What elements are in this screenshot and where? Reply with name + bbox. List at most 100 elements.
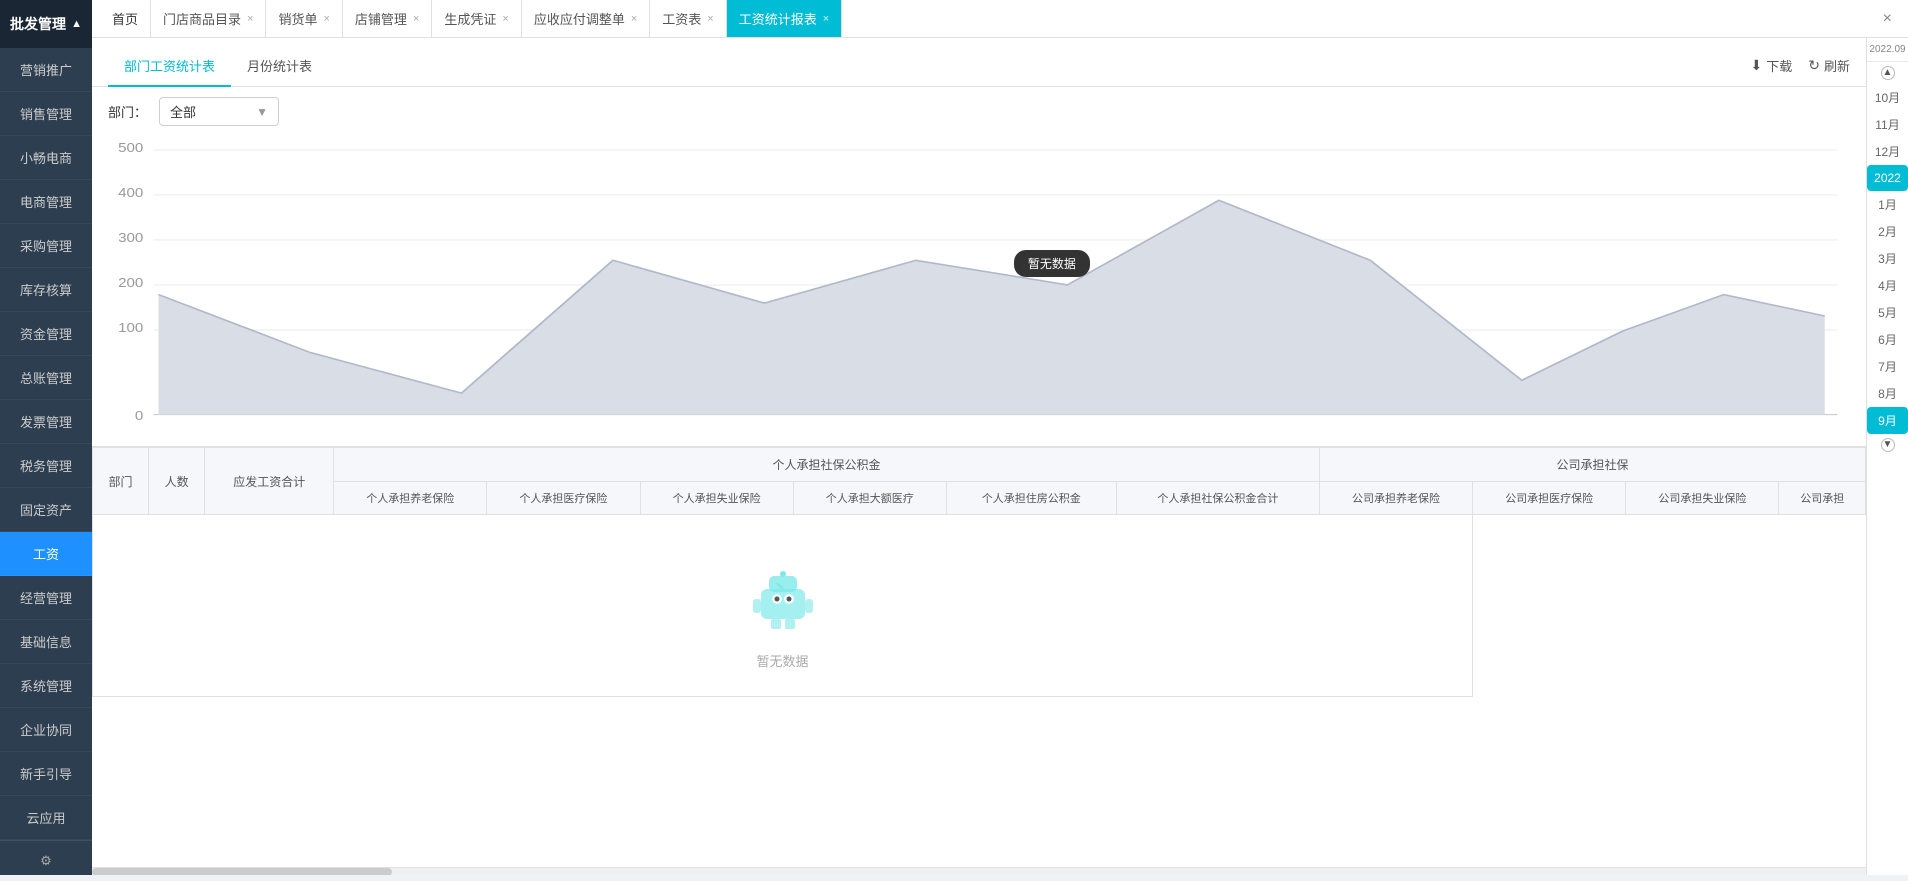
tab-salary-report-close[interactable]: × xyxy=(823,13,829,25)
sidebar-header[interactable]: 批发管理 ▲ xyxy=(0,0,92,48)
col-company-more: 公司承担 xyxy=(1779,482,1866,515)
col-personal-unemployment: 个人承担失业保险 xyxy=(640,482,793,515)
tab-bar: 首页 门店商品目录 × 销货单 × 店铺管理 × 生成凭证 × 应收应付调整单 … xyxy=(92,0,1908,38)
month-item-6[interactable]: 6月 xyxy=(1867,326,1908,353)
scrollbar-thumb[interactable] xyxy=(92,868,392,875)
col-group-company: 公司承担社保 xyxy=(1319,448,1865,482)
dept-select[interactable]: 全部 ▼ xyxy=(159,97,279,126)
tab-home-label: 首页 xyxy=(112,9,138,28)
download-button[interactable]: ⬇ 下载 xyxy=(1751,50,1793,80)
col-personal-pension: 个人承担养老保险 xyxy=(334,482,487,515)
sidebar-arrow-icon: ▲ xyxy=(71,18,82,30)
tab-close-all-button[interactable]: × xyxy=(1875,10,1900,28)
month-item-4[interactable]: 4月 xyxy=(1867,272,1908,299)
col-company-medical: 公司承担医疗保险 xyxy=(1473,482,1626,515)
content-area: 部门工资统计表 月份统计表 ⬇ 下载 ↻ 刷新 xyxy=(92,38,1866,875)
month-item-8[interactable]: 8月 xyxy=(1867,380,1908,407)
chart-area-fill xyxy=(158,200,1824,414)
gear-icon: ⚙ xyxy=(40,853,52,868)
sidebar-item-xsgl[interactable]: 销售管理 xyxy=(0,92,92,136)
sidebar-item-xcdcs[interactable]: 小畅电商 xyxy=(0,136,92,180)
tab-sales-order-close[interactable]: × xyxy=(323,13,329,25)
tab-salary-report[interactable]: 工资统计报表 × xyxy=(727,0,842,38)
month-item-5[interactable]: 5月 xyxy=(1867,299,1908,326)
sub-tab-dept-stats[interactable]: 部门工资统计表 xyxy=(108,50,231,87)
sidebar-item-qyxt[interactable]: 企业协同 xyxy=(0,708,92,752)
close-all-icon: × xyxy=(1883,10,1892,28)
chart-area: 500 400 300 200 100 0 xyxy=(92,136,1866,446)
month-item-2[interactable]: 2月 xyxy=(1867,218,1908,245)
tab-shop-products-close[interactable]: × xyxy=(247,13,253,25)
table-row: 暂无数据 xyxy=(93,515,1866,697)
sidebar-item-yyyp[interactable]: 云应用 xyxy=(0,796,92,840)
scroll-down-button[interactable]: ▼ xyxy=(1881,438,1895,452)
tab-salary-report-label: 工资统计报表 xyxy=(739,9,817,28)
chart-container: 500 400 300 200 100 0 xyxy=(108,136,1850,436)
month-item-1[interactable]: 1月 xyxy=(1867,191,1908,218)
empty-state: 暂无数据 xyxy=(99,521,1466,690)
sidebar: 批发管理 ▲ 营销推广 销售管理 小畅电商 电商管理 采购管理 库存核算 资金管… xyxy=(0,0,92,875)
col-personal-total: 个人承担社保公积金合计 xyxy=(1116,482,1319,515)
tab-ar-ap-label: 应收应付调整单 xyxy=(534,9,625,28)
refresh-button[interactable]: ↻ 刷新 xyxy=(1808,50,1850,80)
sidebar-item-jygl[interactable]: 经营管理 xyxy=(0,576,92,620)
sidebar-item-zjgl[interactable]: 资金管理 xyxy=(0,312,92,356)
month-item-10[interactable]: 10月 xyxy=(1867,84,1908,111)
tab-shop-mgmt-close[interactable]: × xyxy=(413,13,419,25)
sidebar-item-dscgl[interactable]: 电商管理 xyxy=(0,180,92,224)
tab-salary-close[interactable]: × xyxy=(707,13,713,25)
sidebar-item-xtgl[interactable]: 系统管理 xyxy=(0,664,92,708)
refresh-icon: ↻ xyxy=(1808,57,1820,74)
tab-sales-order-label: 销货单 xyxy=(278,9,317,28)
sidebar-item-xsyd[interactable]: 新手引导 xyxy=(0,752,92,796)
sidebar-item-gdzy[interactable]: 固定资产 xyxy=(0,488,92,532)
sidebar-item-fpgl[interactable]: 发票管理 xyxy=(0,400,92,444)
sidebar-item-yxytg[interactable]: 营销推广 xyxy=(0,48,92,92)
sidebar-item-jcxx[interactable]: 基础信息 xyxy=(0,620,92,664)
col-dept: 部门 xyxy=(93,448,149,515)
month-item-12[interactable]: 12月 xyxy=(1867,138,1908,165)
col-total-salary: 应发工资合计 xyxy=(205,448,334,515)
tab-produce-voucher-close[interactable]: × xyxy=(502,13,508,25)
svg-text:100: 100 xyxy=(118,320,143,335)
tab-produce-voucher-label: 生成凭证 xyxy=(444,9,496,28)
horizontal-scrollbar[interactable] xyxy=(92,867,1866,875)
month-item-11[interactable]: 11月 xyxy=(1867,111,1908,138)
svg-text:400: 400 xyxy=(118,185,143,200)
tab-shop-mgmt[interactable]: 店铺管理 × xyxy=(343,0,432,38)
tab-ar-ap-close[interactable]: × xyxy=(631,13,637,25)
sidebar-item-cggl[interactable]: 采购管理 xyxy=(0,224,92,268)
month-item-7[interactable]: 7月 xyxy=(1867,353,1908,380)
tab-ar-ap[interactable]: 应收应付调整单 × xyxy=(522,0,650,38)
month-item-9[interactable]: 9月 xyxy=(1867,407,1908,434)
col-personal-housing: 个人承担住房公积金 xyxy=(946,482,1116,515)
area-chart: 500 400 300 200 100 0 xyxy=(108,136,1850,436)
tab-salary[interactable]: 工资表 × xyxy=(650,0,726,38)
month-item-3[interactable]: 3月 xyxy=(1867,245,1908,272)
tab-shop-products[interactable]: 门店商品目录 × xyxy=(151,0,266,38)
col-group-personal: 个人承担社保公积金 xyxy=(334,448,1320,482)
toolbar-right: ⬇ 下载 ↻ 刷新 xyxy=(1751,50,1851,86)
svg-text:500: 500 xyxy=(118,140,143,155)
tab-salary-label: 工资表 xyxy=(662,9,701,28)
sub-tab-month-stats[interactable]: 月份统计表 xyxy=(231,50,328,87)
sidebar-item-gz[interactable]: 工资 xyxy=(0,532,92,576)
tab-home[interactable]: 首页 xyxy=(100,0,151,38)
col-company-pension: 公司承担养老保险 xyxy=(1319,482,1472,515)
svg-text:300: 300 xyxy=(118,230,143,245)
salary-table[interactable]: 部门 人数 应发工资合计 个人承担社保公积金 公司承担社保 个人承担养老保险 个… xyxy=(92,446,1866,867)
sub-tab-dept-label: 部门工资统计表 xyxy=(124,59,215,74)
year-label: 2022.09 xyxy=(1869,44,1905,55)
col-personal-medical: 个人承担医疗保险 xyxy=(487,482,640,515)
sub-tab-bar: 部门工资统计表 月份统计表 ⬇ 下载 ↻ 刷新 xyxy=(92,38,1866,87)
sidebar-item-swgl[interactable]: 税务管理 xyxy=(0,444,92,488)
sidebar-item-zzgl[interactable]: 总账管理 xyxy=(0,356,92,400)
year-item-2022[interactable]: 2022 xyxy=(1867,165,1908,191)
scroll-up-button[interactable]: ▲ xyxy=(1881,66,1895,80)
main-area: 首页 门店商品目录 × 销货单 × 店铺管理 × 生成凭证 × 应收应付调整单 … xyxy=(92,0,1908,875)
empty-text: 暂无数据 xyxy=(757,651,809,670)
tab-produce-voucher[interactable]: 生成凭证 × xyxy=(432,0,521,38)
download-label: 下载 xyxy=(1766,56,1792,75)
sidebar-item-kchs[interactable]: 库存核算 xyxy=(0,268,92,312)
tab-sales-order[interactable]: 销货单 × xyxy=(266,0,342,38)
